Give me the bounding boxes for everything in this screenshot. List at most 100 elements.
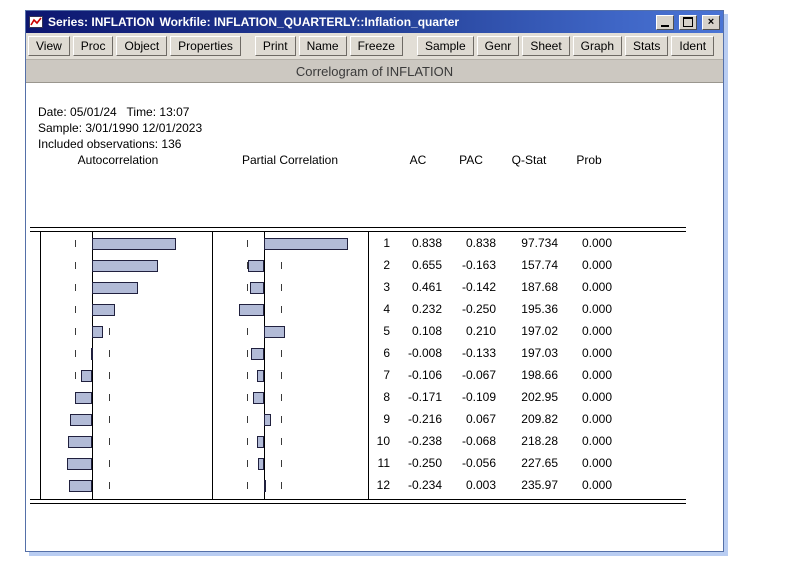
toolbar-button-graph[interactable]: Graph bbox=[572, 36, 623, 56]
window-title-series: Series: INFLATION bbox=[48, 15, 155, 29]
cell-pac: 0.838 bbox=[465, 236, 496, 250]
toolbar-button-proc[interactable]: Proc bbox=[72, 36, 114, 56]
cell-qstat: 157.74 bbox=[521, 258, 558, 272]
ci-tick bbox=[281, 394, 282, 401]
ci-tick bbox=[75, 328, 76, 335]
cell-prob: 0.000 bbox=[581, 346, 612, 360]
cell-ac: 0.461 bbox=[411, 280, 442, 294]
cell-prob: 0.000 bbox=[581, 456, 612, 470]
cell-pac: -0.250 bbox=[461, 302, 496, 316]
minimize-icon bbox=[661, 25, 669, 27]
ci-tick bbox=[75, 350, 76, 357]
ci-tick bbox=[109, 416, 110, 423]
series-window: Series: INFLATION Workfile: INFLATION_QU… bbox=[25, 10, 724, 552]
cell-lag: 4 bbox=[383, 302, 390, 316]
ci-tick bbox=[247, 284, 248, 291]
cell-ac: 0.108 bbox=[411, 324, 442, 338]
correlogram-view: Date: 05/01/24 Time: 13:07 Sample: 3/01/… bbox=[26, 83, 723, 551]
toolbar-button-freeze[interactable]: Freeze bbox=[349, 36, 403, 56]
cell-pac: -0.109 bbox=[461, 390, 496, 404]
ci-tick bbox=[281, 416, 282, 423]
pac-bar bbox=[248, 260, 264, 272]
cell-qstat: 195.36 bbox=[521, 302, 558, 316]
cell-ac: 0.232 bbox=[411, 302, 442, 316]
cell-lag: 3 bbox=[383, 280, 390, 294]
cell-qstat: 209.82 bbox=[521, 412, 558, 426]
toolbar-button-view[interactable]: View bbox=[28, 36, 70, 56]
cell-qstat: 197.03 bbox=[521, 346, 558, 360]
cell-lag: 12 bbox=[376, 478, 390, 492]
toolbar-button-genr[interactable]: Genr bbox=[476, 36, 520, 56]
ci-tick bbox=[75, 262, 76, 269]
cell-qstat: 218.28 bbox=[521, 434, 558, 448]
ci-tick bbox=[247, 350, 248, 357]
toolbar-button-ident[interactable]: Ident bbox=[671, 36, 715, 56]
pac-bar bbox=[257, 436, 264, 448]
pac-bar bbox=[264, 326, 285, 338]
ac-bar bbox=[92, 282, 138, 294]
ci-tick bbox=[247, 240, 248, 247]
ci-tick bbox=[109, 328, 110, 335]
cell-lag: 1 bbox=[383, 236, 390, 250]
cell-pac: -0.056 bbox=[461, 456, 496, 470]
ci-tick bbox=[109, 372, 110, 379]
cell-lag: 10 bbox=[376, 434, 390, 448]
cell-pac: -0.142 bbox=[461, 280, 496, 294]
cell-prob: 0.000 bbox=[581, 368, 612, 382]
toolbar-button-properties[interactable]: Properties bbox=[170, 36, 241, 56]
cell-prob: 0.000 bbox=[581, 302, 612, 316]
toolbar-button-object[interactable]: Object bbox=[116, 36, 168, 56]
ci-tick bbox=[281, 460, 282, 467]
cell-pac: 0.210 bbox=[465, 324, 496, 338]
ci-tick bbox=[75, 240, 76, 247]
maximize-button[interactable] bbox=[679, 14, 697, 30]
ac-bar bbox=[92, 260, 158, 272]
cell-prob: 0.000 bbox=[581, 478, 612, 492]
series-icon bbox=[29, 16, 43, 28]
correlogram-rows: 1 0.838 0.838 97.734 0.000 2 0.655 -0.163 157.74… bbox=[26, 83, 723, 551]
cell-prob: 0.000 bbox=[581, 324, 612, 338]
cell-pac: 0.067 bbox=[465, 412, 496, 426]
toolbar-button-sheet[interactable]: Sheet bbox=[522, 36, 570, 56]
cell-prob: 0.000 bbox=[581, 280, 612, 294]
ac-bar bbox=[92, 304, 115, 316]
toolbar-button-stats[interactable]: Stats bbox=[625, 36, 669, 56]
ac-bar bbox=[92, 238, 176, 250]
ci-tick bbox=[75, 284, 76, 291]
cell-ac: -0.234 bbox=[407, 478, 442, 492]
toolbar-button-print[interactable]: Print bbox=[254, 36, 296, 56]
cell-ac: 0.655 bbox=[411, 258, 442, 272]
toolbar-button-sample[interactable]: Sample bbox=[416, 36, 474, 56]
pac-bar bbox=[257, 370, 264, 382]
cell-ac: 0.838 bbox=[411, 236, 442, 250]
cell-lag: 5 bbox=[383, 324, 390, 338]
cell-qstat: 97.734 bbox=[521, 236, 558, 250]
ci-tick bbox=[75, 306, 76, 313]
cell-prob: 0.000 bbox=[581, 390, 612, 404]
toolbar-button-name[interactable]: Name bbox=[298, 36, 347, 56]
cell-pac: -0.133 bbox=[461, 346, 496, 360]
ci-tick bbox=[109, 482, 110, 489]
cell-pac: 0.003 bbox=[465, 478, 496, 492]
toolbar: View Proc Object Properties Print Name F… bbox=[26, 33, 723, 60]
ci-tick bbox=[281, 482, 282, 489]
ci-tick bbox=[281, 284, 282, 291]
cell-qstat: 197.02 bbox=[521, 324, 558, 338]
cell-lag: 9 bbox=[383, 412, 390, 426]
eviews-desktop: { "window": { "title": { "series": "Seri… bbox=[0, 0, 800, 568]
title-bar[interactable]: Series: INFLATION Workfile: INFLATION_QU… bbox=[26, 11, 723, 33]
ac-bar bbox=[81, 370, 92, 382]
cell-prob: 0.000 bbox=[581, 236, 612, 250]
ci-tick bbox=[281, 372, 282, 379]
cell-prob: 0.000 bbox=[581, 258, 612, 272]
ci-tick bbox=[75, 372, 76, 379]
minimize-button[interactable] bbox=[656, 14, 674, 30]
cell-qstat: 198.66 bbox=[521, 368, 558, 382]
close-button[interactable]: × bbox=[702, 14, 720, 30]
cell-prob: 0.000 bbox=[581, 434, 612, 448]
cell-ac: -0.171 bbox=[407, 390, 442, 404]
cell-lag: 8 bbox=[383, 390, 390, 404]
cell-ac: -0.250 bbox=[407, 456, 442, 470]
pac-bar bbox=[258, 458, 264, 470]
maximize-icon bbox=[683, 17, 693, 27]
